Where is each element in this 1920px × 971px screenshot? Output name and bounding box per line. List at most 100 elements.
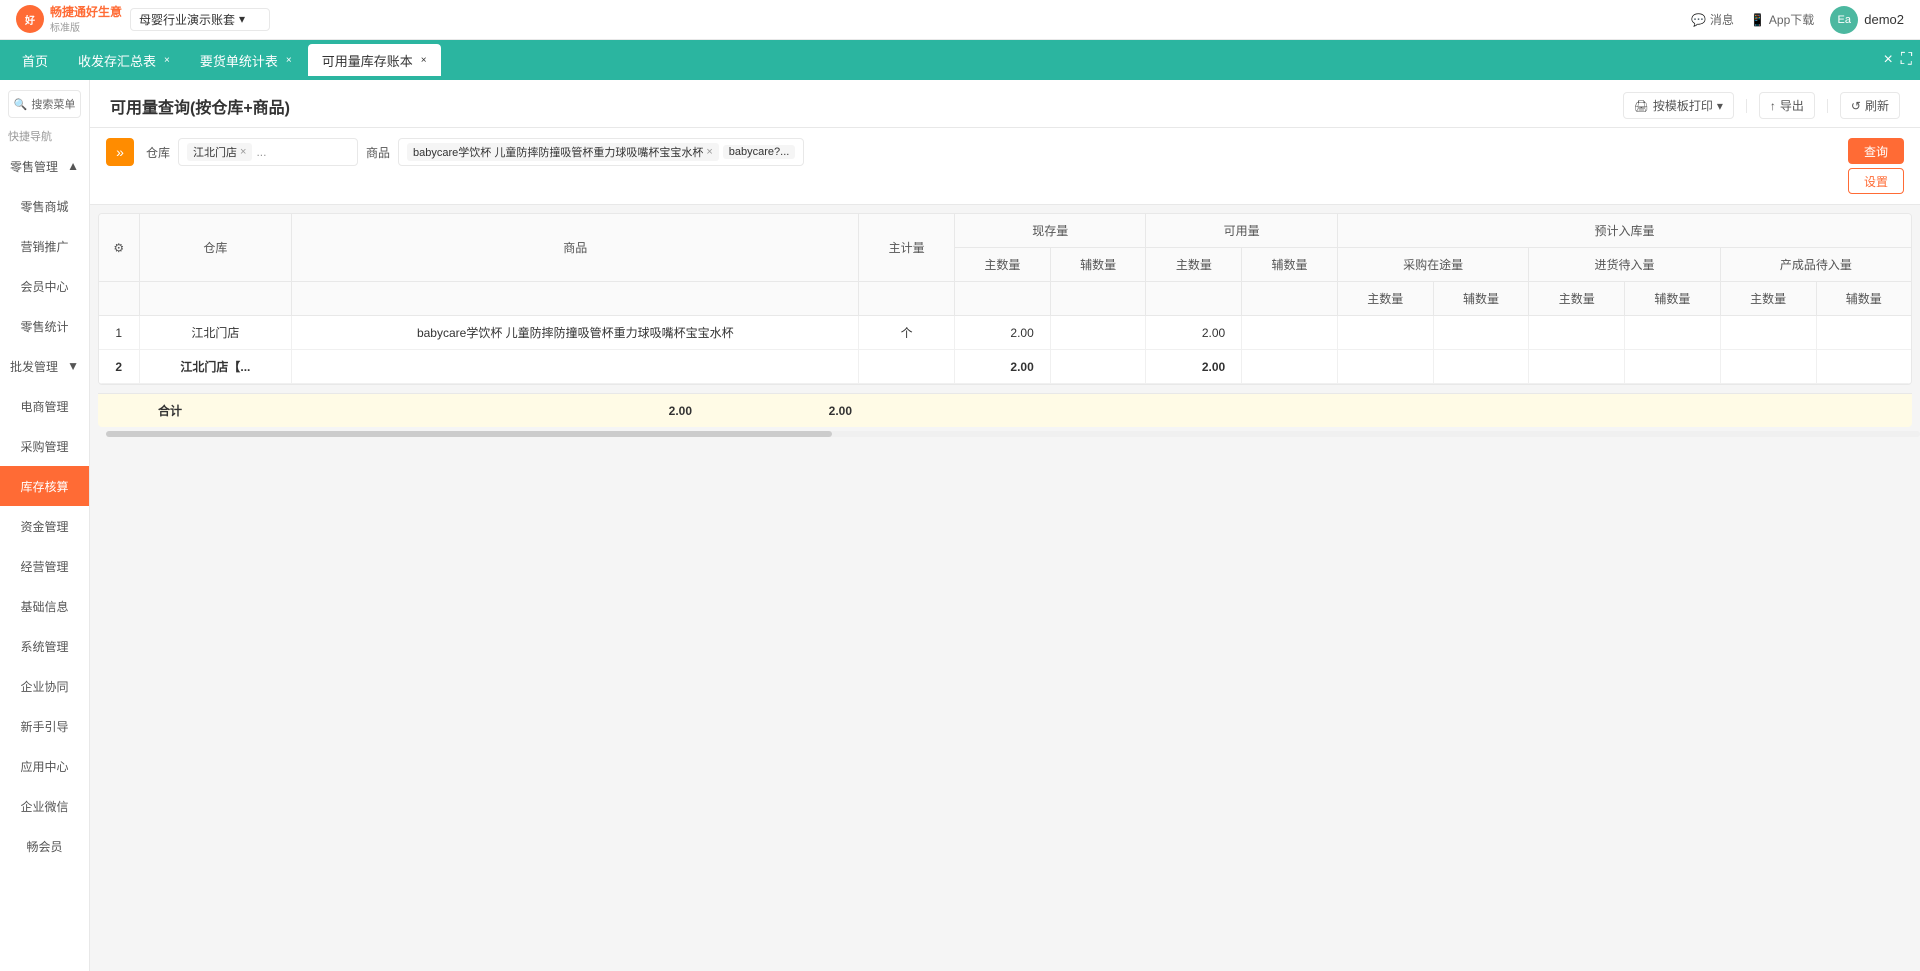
top-bar-right: 💬 消息 📱 App下载 Ea demo2 [1691,6,1904,34]
divider-2 [1827,99,1828,113]
sidebar-item-purchase[interactable]: 采购管理 [0,426,89,466]
warehouse-ellipsis[interactable]: ... [256,145,266,159]
wholesale-mgmt-label: 批发管理 [10,358,58,375]
table-footer: 合计 2.00 2.00 [98,393,1912,427]
row2-current-aux [1050,350,1146,384]
print-button[interactable]: 🖨 按模板打印 ▾ [1623,92,1734,119]
row1-prod-aux [1816,316,1911,350]
logo-text-group: 畅捷通好生意 标准版 [50,5,122,34]
row2-avail-aux [1242,350,1338,384]
retail-mgmt-arrow: ▲ [67,159,79,173]
sidebar-item-retail-stats[interactable]: 零售统计 [0,306,89,346]
sidebar-item-app-center[interactable]: 应用中心 [0,746,89,786]
th-empty-6 [1050,282,1146,316]
th-current-main: 主数量 [955,248,1051,282]
row2-unit [859,350,955,384]
sidebar-item-new-guide[interactable]: 新手引导 [0,706,89,746]
th-warehouse: 仓库 [139,214,292,282]
receipts-tab-close[interactable]: × [164,55,170,66]
export-button[interactable]: ↑ 导出 [1759,92,1815,119]
th-inc-main: 主数量 [1529,282,1625,316]
export-icon: ↑ [1770,99,1776,113]
sidebar-item-operations[interactable]: 经营管理 [0,546,89,586]
members-label: 会员中心 [20,278,68,295]
row1-prod-main [1720,316,1816,350]
th-empty-7 [1146,282,1242,316]
row2-current-main: 2.00 [955,350,1051,384]
base-info-label: 基础信息 [20,598,68,615]
order-stats-tab-close[interactable]: × [286,55,292,66]
warehouse-tag-text: 江北门店 [193,144,237,160]
sidebar-item-marketing[interactable]: 营销推广 [0,226,89,266]
row2-prod-aux [1816,350,1911,384]
retail-mgmt-label: 零售管理 [10,158,58,175]
query-button[interactable]: 查询 [1848,138,1904,164]
sidebar-item-wecom[interactable]: 企业微信 [0,786,89,826]
row1-inc-main [1529,316,1625,350]
th-empty-5 [955,282,1051,316]
sys-mgmt-label: 系统管理 [20,638,68,655]
divider-1 [1746,99,1747,113]
print-arrow-icon: ▾ [1717,99,1723,113]
maximize-button[interactable]: ⛶ [1901,51,1912,69]
sidebar-item-retail-mgmt[interactable]: 零售管理 ▲ [0,146,89,186]
th-proc-main: 主数量 [1337,282,1433,316]
row1-proc-main [1337,316,1433,350]
sidebar-item-vip[interactable]: 畅会员 [0,826,89,866]
row1-warehouse: 江北门店 [139,316,292,350]
logo-icon: 好 [16,5,44,33]
operations-label: 经营管理 [20,558,68,575]
th-empty-2 [139,282,292,316]
tab-receipts[interactable]: 收发存汇总表 × [64,44,184,76]
sidebar-item-inventory[interactable]: 库存核算 [0,466,89,506]
wholesale-mgmt-arrow: ▼ [67,359,79,373]
warehouse-filter-input[interactable]: 江北门店 × ... [178,138,358,166]
search-icon: 🔍 [14,98,28,111]
filter-toggle-button[interactable]: » [106,138,134,166]
horizontal-scrollbar[interactable] [106,431,1920,437]
sidebar-item-finance[interactable]: 资金管理 [0,506,89,546]
sidebar-item-ecommerce[interactable]: 电商管理 [0,386,89,426]
sidebar-item-wholesale-mgmt[interactable]: 批发管理 ▼ [0,346,89,386]
print-icon: 🖨 [1634,99,1649,113]
setting-button[interactable]: 设置 [1848,168,1904,194]
refresh-icon: ↺ [1851,99,1861,113]
tab-home[interactable]: 首页 [8,44,62,76]
table-wrapper: ⚙ 仓库 商品 主计量 现存量 可用量 预计入库量 主数量 辅数量 主数量 辅数… [98,213,1912,385]
row1-proc-aux [1433,316,1529,350]
th-available: 可用量 [1146,214,1337,248]
available-stock-tab-label: 可用量库存账本 [322,51,413,70]
th-product: 商品 [292,214,859,282]
product-tag-1-close[interactable]: × [706,146,712,158]
tab-order-stats[interactable]: 要货单统计表 × [186,44,306,76]
close-all-tabs-button[interactable]: × [1883,51,1892,69]
tab-available-stock[interactable]: 可用量库存账本 × [308,44,441,76]
app-download-button[interactable]: 📱 App下载 [1750,11,1814,28]
th-inc-aux: 辅数量 [1625,282,1721,316]
sidebar-item-enterprise[interactable]: 企业协同 [0,666,89,706]
product-filter-input[interactable]: babycare学饮杯 儿童防摔防撞吸管杯重力球吸嘴杯宝宝水杯 × babyca… [398,138,804,166]
sidebar-item-base-info[interactable]: 基础信息 [0,586,89,626]
row2-product [292,350,859,384]
sidebar-item-retail-mall[interactable]: 零售商城 [0,186,89,226]
sidebar-item-sys-mgmt[interactable]: 系统管理 [0,626,89,666]
refresh-button[interactable]: ↺ 刷新 [1840,92,1900,119]
sidebar-search-area: 🔍 搜索菜单 [0,84,89,124]
row1-avail-main: 2.00 [1146,316,1242,350]
th-avail-main: 主数量 [1146,248,1242,282]
user-profile[interactable]: Ea demo2 [1830,6,1904,34]
home-tab-label: 首页 [22,51,48,70]
sidebar-item-members[interactable]: 会员中心 [0,266,89,306]
filter-area: » 仓库 江北门店 × ... 商品 babycare学饮杯 儿童防摔防撞吸管杯… [90,128,1920,205]
username-label: demo2 [1864,12,1904,27]
tab-bar: 首页 收发存汇总表 × 要货单统计表 × 可用量库存账本 × × ⛶ [0,40,1920,80]
industry-select[interactable]: 母婴行业演示账套 ▾ [130,8,270,31]
product-tag-2: babycare?... [723,145,796,159]
main-layout: 🔍 搜索菜单 快捷导航 零售管理 ▲ 零售商城 营销推广 会员中心 零售统计 批… [0,80,1920,971]
message-button[interactable]: 💬 消息 [1691,11,1734,28]
available-stock-tab-close[interactable]: × [421,55,427,66]
download-label: App下载 [1769,11,1814,28]
warehouse-tag-close[interactable]: × [240,146,246,158]
table-header-row-3: 主数量 辅数量 主数量 辅数量 主数量 辅数量 [99,282,1911,316]
search-menu-button[interactable]: 🔍 搜索菜单 [8,90,81,118]
